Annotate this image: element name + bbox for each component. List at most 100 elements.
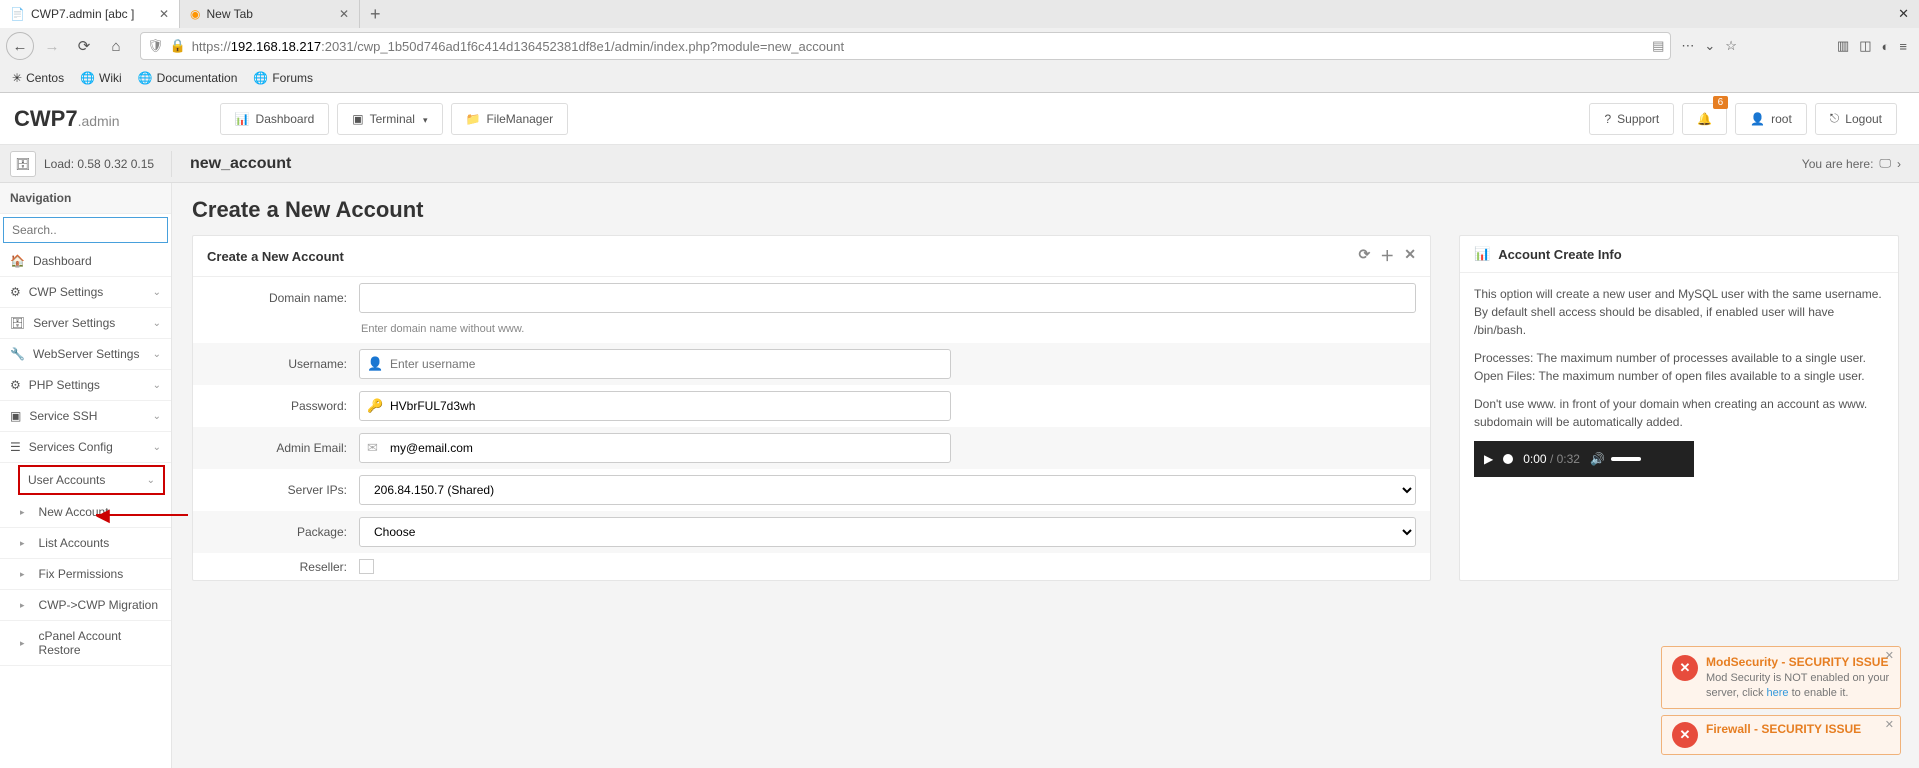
reseller-checkbox[interactable] — [359, 559, 374, 574]
bookmark-centos[interactable]: ✳Centos — [6, 69, 70, 87]
sliders-icon: ☰ — [10, 440, 21, 454]
nav-reload-button[interactable]: ⟳ — [70, 32, 98, 60]
infobar: 🗄 Load: 0.58 0.32 0.15 new_account You a… — [0, 145, 1919, 183]
play-icon[interactable]: ▶ — [1484, 452, 1493, 466]
browser-tab-newtab[interactable]: ◉ New Tab ✕ — [180, 0, 360, 28]
bookmark-documentation[interactable]: 🌐Documentation — [132, 69, 244, 87]
password-label: Password: — [207, 399, 347, 413]
app-menu-icon[interactable]: ≡ — [1899, 39, 1907, 54]
tab-close-icon[interactable]: ✕ — [339, 7, 349, 21]
audio-player[interactable]: ▶ 0:00 / 0:32 🔊 — [1474, 441, 1694, 477]
serverips-select[interactable]: 206.84.150.7 (Shared) — [359, 475, 1416, 505]
volume-slider[interactable] — [1611, 457, 1641, 461]
key-icon: 🔑 — [367, 398, 383, 414]
pocket-icon[interactable]: ⌄ — [1704, 38, 1715, 54]
toast-close-icon[interactable]: ✕ — [1885, 649, 1894, 662]
chevron-down-icon: ⌄ — [153, 349, 161, 360]
sidebar-item-service-ssh[interactable]: ▣Service SSH⌄ — [0, 401, 171, 432]
url-bar: ← → ⟳ ⌂ 🛡 🔒 https://192.168.18.217:2031/… — [0, 28, 1919, 64]
panel-expand-icon[interactable]: ＋ — [1380, 246, 1394, 266]
panel-refresh-icon[interactable]: ⟳ — [1359, 246, 1371, 266]
sidebar-item-cwp-settings[interactable]: ⚙CWP Settings⌄ — [0, 277, 171, 308]
sidebar-item-php-settings[interactable]: ⚙PHP Settings⌄ — [0, 370, 171, 401]
support-button[interactable]: ?Support — [1589, 103, 1674, 135]
notifications-button[interactable]: 🔔 6 — [1682, 103, 1727, 135]
filemanager-button[interactable]: 📁FileManager — [451, 103, 569, 135]
window-close-icon[interactable]: ✕ — [1888, 6, 1919, 22]
overflow-menu-icon[interactable]: ⋯ — [1681, 38, 1694, 54]
terminal-icon: ▣ — [352, 112, 363, 126]
sidebar-item-list-accounts[interactable]: List Accounts — [0, 528, 171, 559]
monitor-icon[interactable]: 🖵 — [1879, 156, 1891, 171]
nav-home-button[interactable]: ⌂ — [102, 32, 130, 60]
chevron-down-icon: ⌄ — [147, 475, 155, 486]
sidebar-item-new-account[interactable]: New Account — [0, 497, 171, 528]
shield-icon[interactable]: 🛡 — [147, 38, 164, 54]
lock-icon[interactable]: 🔒 — [170, 38, 186, 54]
wrench-icon: 🔧 — [10, 347, 25, 361]
error-icon: ✕ — [1672, 722, 1698, 748]
toast-body: Mod Security is NOT enabled on your serv… — [1706, 671, 1890, 700]
help-icon: ? — [1604, 112, 1611, 126]
terminal-button[interactable]: ▣Terminal — [337, 103, 442, 135]
logout-button[interactable]: ⎋Logout — [1815, 103, 1897, 135]
panel-close-icon[interactable]: ✕ — [1404, 246, 1416, 266]
domain-input[interactable] — [359, 283, 1416, 313]
new-tab-button[interactable]: + — [360, 4, 391, 25]
nav-back-button[interactable]: ← — [6, 32, 34, 60]
chevron-down-icon: ⌄ — [153, 442, 161, 453]
volume-icon[interactable]: 🔊 — [1590, 452, 1605, 466]
sidebar-header: Navigation — [0, 183, 171, 214]
sidebar-item-user-accounts[interactable]: User Accounts⌄ — [18, 465, 165, 495]
email-input[interactable] — [359, 433, 951, 463]
sidebar-icon[interactable]: ◫ — [1859, 38, 1871, 54]
sidebar-item-cwp-migration[interactable]: CWP->CWP Migration — [0, 590, 171, 621]
sidebar-item-webserver-settings[interactable]: 🔧WebServer Settings⌄ — [0, 339, 171, 370]
terminal-icon: ▣ — [10, 409, 21, 423]
user-button[interactable]: 👤root — [1735, 103, 1807, 135]
chevron-down-icon: ⌄ — [153, 380, 161, 391]
chart-icon: 📊 — [1474, 246, 1490, 262]
breadcrumb-here: You are here: 🖵 › — [1802, 156, 1901, 171]
notification-badge: 6 — [1713, 96, 1729, 109]
bookmark-icon: ✳ — [12, 71, 22, 85]
sidebar-item-fix-permissions[interactable]: Fix Permissions — [0, 559, 171, 590]
package-label: Package: — [207, 525, 347, 539]
toast-modsecurity: ✕ ✕ ModSecurity - SECURITY ISSUE Mod Sec… — [1661, 646, 1901, 709]
sidebar-item-services-config[interactable]: ☰Services Config⌄ — [0, 432, 171, 463]
audio-progress-handle[interactable] — [1503, 454, 1513, 464]
bookmark-forums[interactable]: 🌐Forums — [247, 69, 319, 87]
profile-icon[interactable]: ◐ — [1882, 39, 1890, 54]
tab-close-icon[interactable]: ✕ — [159, 7, 169, 21]
bookmark-icon: 🌐 — [80, 71, 95, 85]
chevron-down-icon: ⌄ — [153, 318, 161, 329]
url-text: https://192.168.18.217:2031/cwp_1b50d746… — [192, 39, 1646, 54]
reader-mode-icon[interactable]: ▤ — [1652, 38, 1664, 54]
tab-favicon-icon: 📄 — [10, 7, 25, 21]
dashboard-button[interactable]: 📊Dashboard — [220, 103, 330, 135]
toast-close-icon[interactable]: ✕ — [1885, 718, 1894, 731]
toast-link[interactable]: here — [1767, 687, 1789, 699]
sidebar-search-input[interactable] — [3, 217, 168, 243]
envelope-icon: ✉ — [367, 440, 378, 456]
package-select[interactable]: Choose — [359, 517, 1416, 547]
library-icon[interactable]: ▥ — [1837, 38, 1849, 54]
bookmark-star-icon[interactable]: ☆ — [1725, 38, 1737, 54]
sidebar-item-dashboard[interactable]: 🏠Dashboard — [0, 246, 171, 277]
error-icon: ✕ — [1672, 655, 1698, 681]
bookmark-wiki[interactable]: 🌐Wiki — [74, 69, 128, 87]
domain-label: Domain name: — [207, 291, 347, 305]
browser-tab-active[interactable]: 📄 CWP7.admin [abc ] ✕ — [0, 0, 180, 28]
dashboard-icon: 📊 — [235, 112, 250, 126]
password-input[interactable] — [359, 391, 951, 421]
user-icon: 👤 — [1750, 112, 1765, 126]
sidebar-item-cpanel-restore[interactable]: cPanel Account Restore — [0, 621, 171, 666]
account-info-panel: 📊 Account Create Info This option will c… — [1459, 235, 1899, 581]
url-input[interactable]: 🛡 🔒 https://192.168.18.217:2031/cwp_1b50… — [140, 32, 1671, 60]
browser-chrome: 📄 CWP7.admin [abc ] ✕ ◉ New Tab ✕ + ✕ ← … — [0, 0, 1919, 93]
username-input[interactable] — [359, 349, 951, 379]
tab-title: CWP7.admin [abc ] — [31, 7, 134, 21]
toast-title: Firewall - SECURITY ISSUE — [1706, 722, 1861, 736]
sidebar-item-server-settings[interactable]: 🗄Server Settings⌄ — [0, 308, 171, 339]
nav-forward-button[interactable]: → — [38, 32, 66, 60]
